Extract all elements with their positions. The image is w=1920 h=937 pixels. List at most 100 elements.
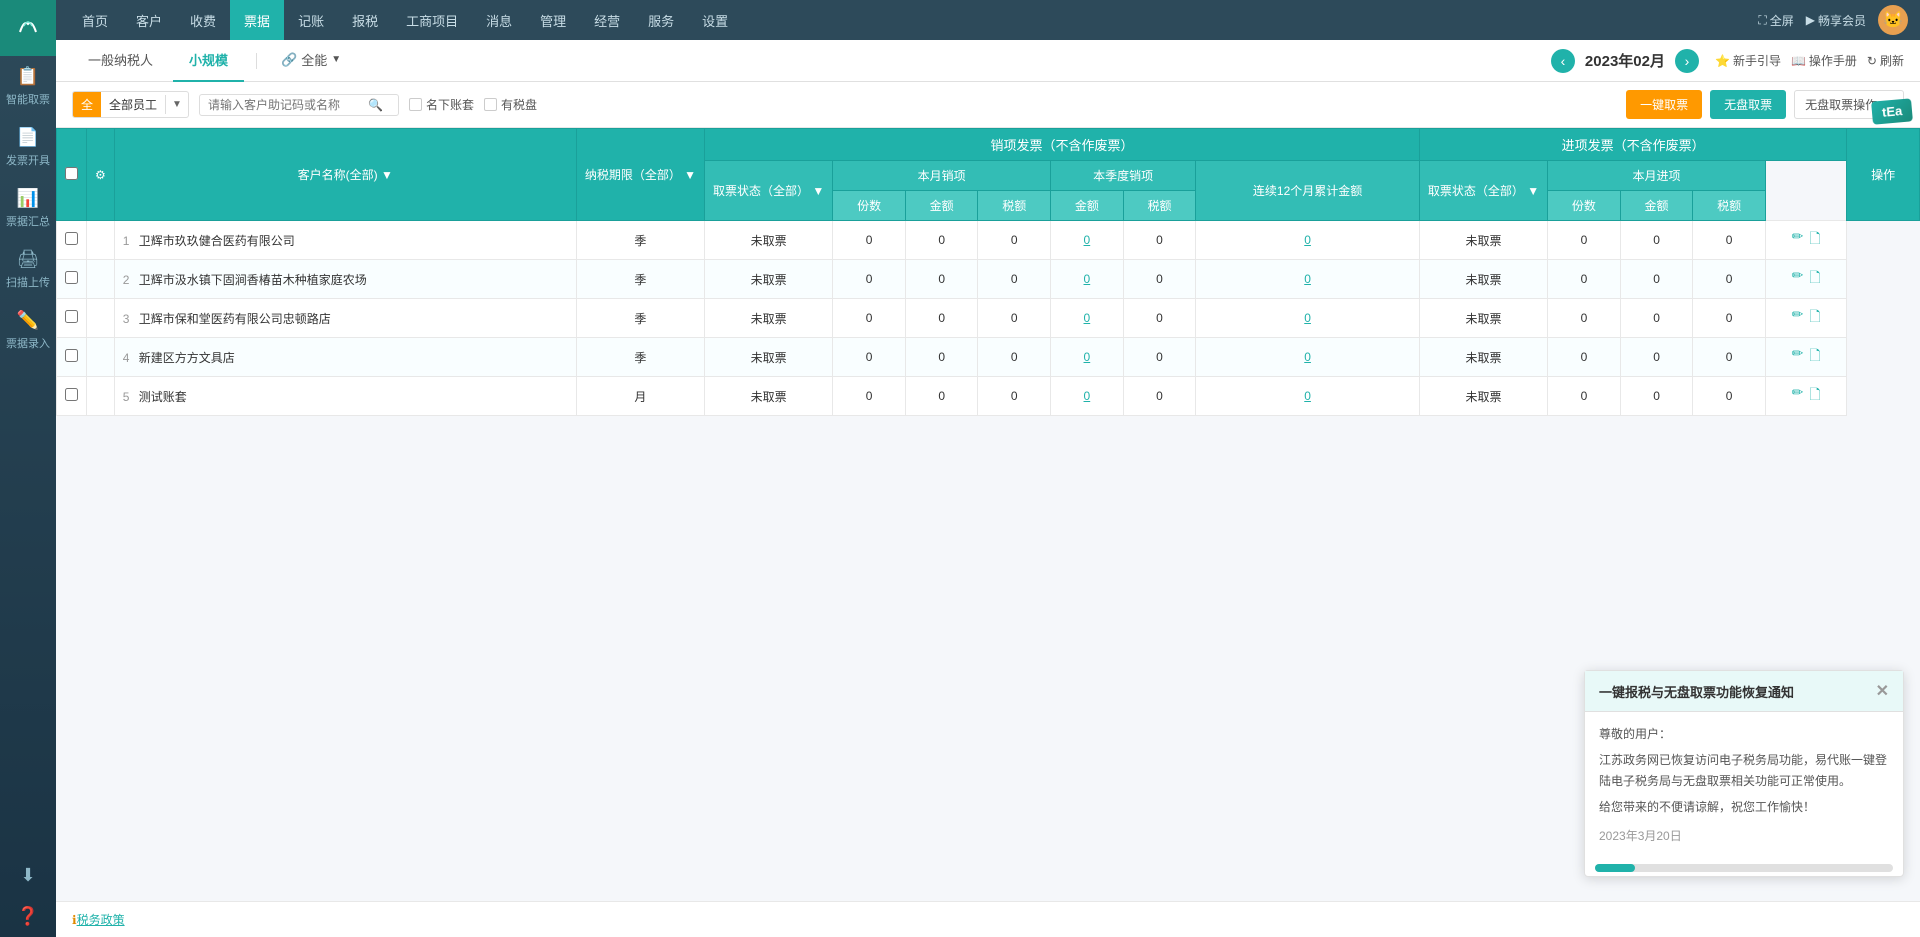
sidebar-item-issue-invoice[interactable]: 📄 发票开具 [0,117,56,178]
cumulative-link[interactable]: 0 [1304,311,1311,325]
new-guide-button[interactable]: ⭐ 新手引导 [1715,52,1781,69]
row-customer-name[interactable]: 卫辉市玖玖健合医药有限公司 [139,234,295,248]
sub-account-checkbox[interactable] [409,98,422,111]
nav-bookkeeping[interactable]: 记账 [284,0,338,40]
tab-all[interactable]: 🔗 全能 ▼ [265,40,357,82]
sales-quarter-amount-link[interactable]: 0 [1084,233,1091,247]
cumulative-link[interactable]: 0 [1304,389,1311,403]
prev-period-button[interactable]: ‹ [1551,49,1575,73]
row-sales-quarter-amount-cell: 0 [1051,260,1124,299]
notification-body: 尊敬的用户： 江苏政务网已恢复访问电子税务局功能，易代账一键登陆电子税务局与无盘… [1585,712,1903,860]
tea-badge[interactable]: tEa [1871,98,1913,124]
fullscreen-icon: ⛶ [1758,13,1766,28]
col-sales-month-amount: 金额 [905,191,978,221]
row-checkbox[interactable] [65,232,78,245]
col-sales-fetch-header[interactable]: 取票状态（全部） ▼ [705,161,833,221]
view-icon[interactable]: 🗋 [1809,228,1820,252]
col-settings-header[interactable]: ⚙ [87,129,115,221]
notification-close-button[interactable]: ✕ [1876,681,1889,701]
sidebar-item-scan-upload[interactable]: 🖨 扫描上传 [0,239,56,300]
select-all-checkbox[interactable] [65,167,78,180]
row-actions-cell: ✏ 🗋 [1765,260,1846,299]
notification-scrollbar[interactable] [1595,864,1893,872]
sidebar-item-download[interactable]: ⬇ [0,855,56,896]
sub-account-checkbox-label[interactable]: 名下账套 [409,96,474,113]
chevron-down-icon: ▼ [331,54,341,65]
tab-small[interactable]: 小规模 [173,40,244,82]
row-purchase-fetch-status-cell: 未取票 [1419,377,1547,416]
tax-policy-link[interactable]: 税务政策 [77,911,125,928]
sidebar-item-invoice-entry[interactable]: ✏️ 票据录入 [0,300,56,361]
col-customer-header[interactable]: 客户名称(全部) ▼ [114,129,576,221]
row-checkbox[interactable] [65,388,78,401]
next-period-button[interactable]: › [1675,49,1699,73]
refresh-button[interactable]: ↻ 刷新 [1867,52,1904,69]
member-button[interactable]: ▶ 畅享会员 [1806,12,1866,29]
col-purchase-fetch-header[interactable]: 取票状态（全部） ▼ [1419,161,1547,221]
table-row: 3 卫辉市保和堂医药有限公司忠顿路店 季 未取票 0 0 0 0 0 0 未取票… [57,299,1920,338]
view-icon[interactable]: 🗋 [1809,306,1820,330]
has-tax-checkbox[interactable] [484,98,497,111]
nav-settings[interactable]: 设置 [688,0,742,40]
sales-quarter-amount-link[interactable]: 0 [1084,389,1091,403]
employee-filter[interactable]: 全 全部员工 ▼ [72,91,189,118]
row-customer-name[interactable]: 新建区方方文具店 [139,351,235,365]
sales-quarter-amount-link[interactable]: 0 [1084,311,1091,325]
nav-tax[interactable]: 报税 [338,0,392,40]
row-purchase-month-amount-cell: 0 [1620,338,1693,377]
nav-service[interactable]: 服务 [634,0,688,40]
row-customer-name[interactable]: 卫辉市保和堂医药有限公司忠顿路店 [139,312,331,326]
row-checkbox[interactable] [65,349,78,362]
sidebar-item-invoice-summary[interactable]: 📊 票据汇总 [0,178,56,239]
view-icon[interactable]: 🗋 [1809,384,1820,408]
row-tax-period-cell: 季 [576,338,704,377]
sidebar-item-smart-fetch[interactable]: 📋 智能取票 [0,56,56,117]
edit-icon[interactable]: ✏ [1792,384,1804,408]
row-customer-name[interactable]: 测试账套 [139,390,187,404]
nav-business[interactable]: 工商项目 [392,0,472,40]
has-tax-checkbox-label[interactable]: 有税盘 [484,96,537,113]
search-icon[interactable]: 🔍 [368,98,383,112]
row-customer-name[interactable]: 卫辉市汲水镇下固涧香椿苗木种植家庭农场 [139,273,367,287]
sales-quarter-amount-link[interactable]: 0 [1084,272,1091,286]
nav-home[interactable]: 首页 [68,0,122,40]
nav-customer[interactable]: 客户 [122,0,176,40]
row-sales-month-tax-cell: 0 [978,221,1051,260]
row-sales-month-count-cell: 0 [833,299,906,338]
row-checkbox-cell [57,221,87,260]
edit-icon[interactable]: ✏ [1792,345,1804,369]
edit-icon[interactable]: ✏ [1792,267,1804,291]
row-index: 4 [123,351,130,365]
purchase-group-header: 进项发票（不含作废票） [1419,129,1846,161]
user-avatar[interactable]: 🐱 [1878,5,1908,35]
row-checkbox[interactable] [65,310,78,323]
search-input[interactable] [208,98,368,112]
nav-invoice[interactable]: 票据 [230,0,284,40]
nav-message[interactable]: 消息 [472,0,526,40]
col-tax-period-header[interactable]: 纳税期限（全部） ▼ [576,129,704,221]
fullscreen-button[interactable]: ⛶ 全屏 [1758,12,1793,29]
edit-icon[interactable]: ✏ [1792,228,1804,252]
row-sales-quarter-tax-cell: 0 [1123,377,1196,416]
nav-manage[interactable]: 管理 [526,0,580,40]
nav-billing[interactable]: 收费 [176,0,230,40]
edit-icon[interactable]: ✏ [1792,306,1804,330]
view-icon[interactable]: 🗋 [1809,345,1820,369]
tab-general[interactable]: 一般纳税人 [72,40,169,82]
nav-operation[interactable]: 经营 [580,0,634,40]
one-key-fetch-button[interactable]: 一键取票 [1626,90,1702,119]
tab-actions: ⭐ 新手引导 📖 操作手册 ↻ 刷新 [1715,52,1904,69]
cumulative-link[interactable]: 0 [1304,233,1311,247]
invoice-entry-icon: ✏️ [17,310,39,331]
sidebar-logo [0,0,56,56]
no-disk-fetch-button[interactable]: 无盘取票 [1710,90,1786,119]
row-checkbox[interactable] [65,271,78,284]
sidebar-item-help[interactable]: ❓ [0,896,56,937]
manual-button[interactable]: 📖 操作手册 [1791,52,1857,69]
row-settings-cell [87,338,115,377]
sales-quarter-amount-link[interactable]: 0 [1084,350,1091,364]
cumulative-link[interactable]: 0 [1304,350,1311,364]
cumulative-link[interactable]: 0 [1304,272,1311,286]
view-icon[interactable]: 🗋 [1809,267,1820,291]
employee-dropdown-icon[interactable]: ▼ [165,95,188,114]
